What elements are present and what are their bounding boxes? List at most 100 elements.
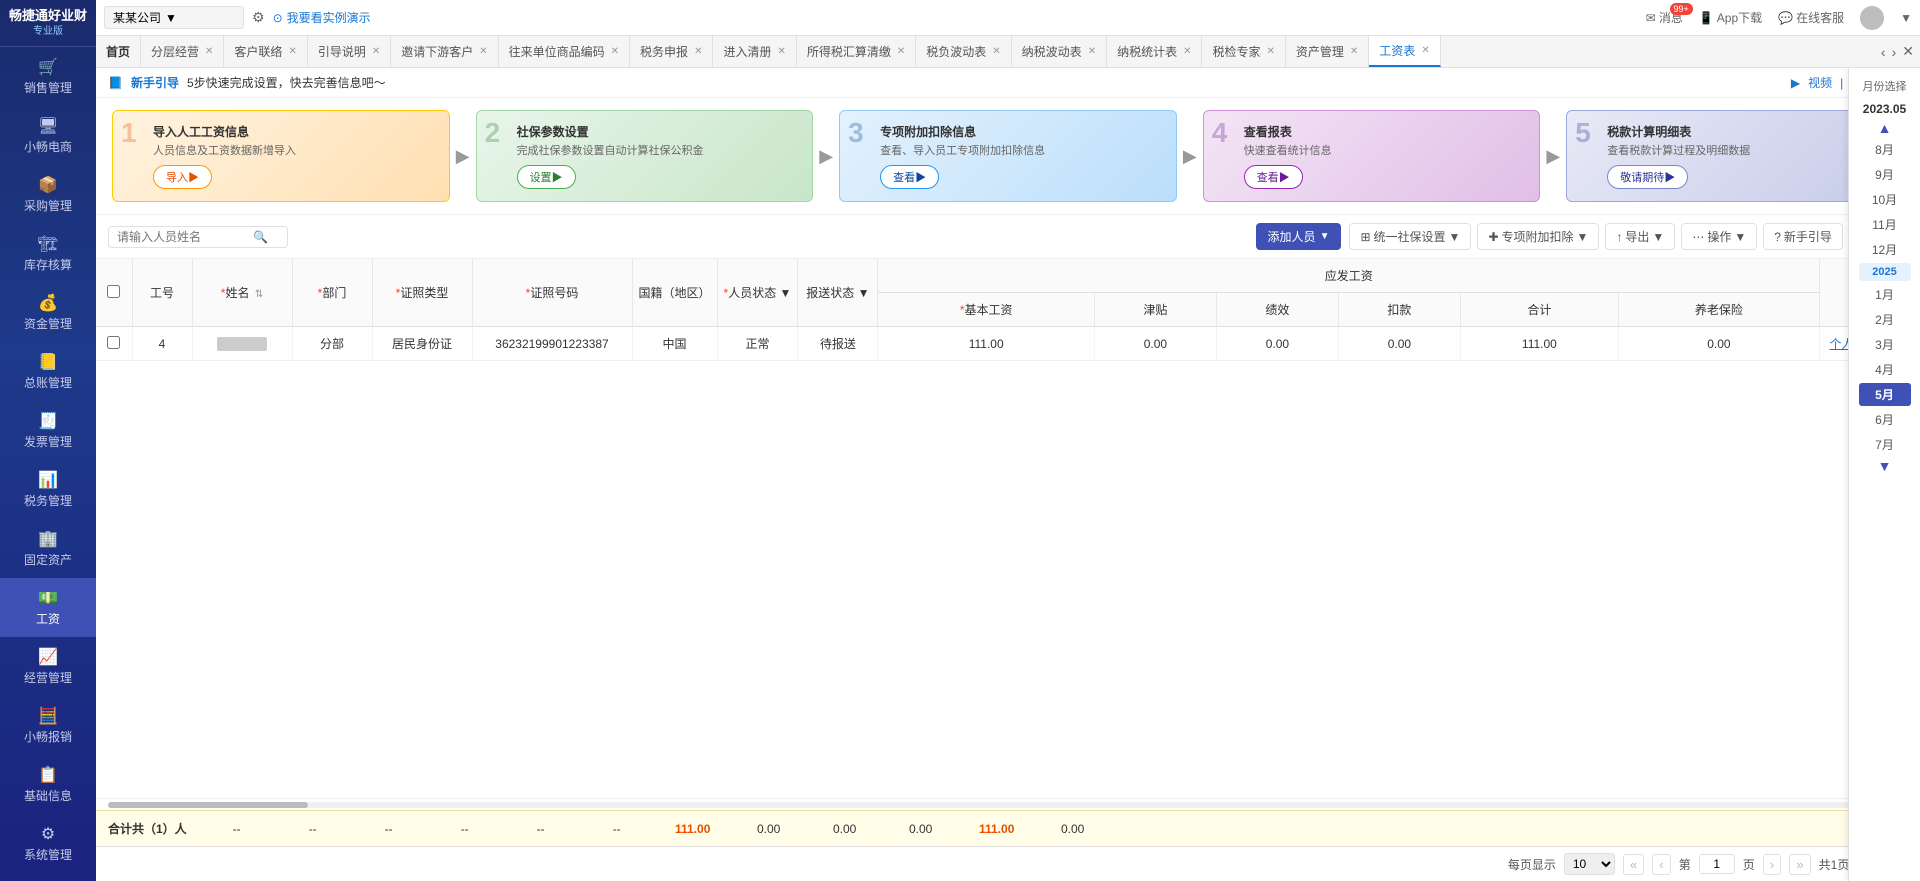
scroll-track[interactable] <box>108 802 1908 808</box>
tab-taxcalc[interactable]: 所得税汇算清缴✕ <box>797 36 916 67</box>
sidebar-items-container: 🛒销售管理🖥小畅电商📦采购管理🏗库存核算💰资金管理📒总账管理🧾发票管理📊税务管理… <box>0 47 96 881</box>
tab-label-taxexp: 税检专家 <box>1212 43 1260 60</box>
tab-close-partition[interactable]: ✕ <box>205 46 213 57</box>
tab-close-taxcalc[interactable]: ✕ <box>897 46 905 57</box>
online-service-btn[interactable]: 💬 在线客服 <box>1778 9 1844 26</box>
step-num-2: 2 <box>485 119 501 147</box>
month-item-active[interactable]: 5月 <box>1859 383 1911 406</box>
month-item-2月[interactable]: 2月 <box>1859 308 1911 331</box>
tab-taxsum[interactable]: 纳税统计表✕ <box>1107 36 1202 67</box>
tab-close-salary_tab[interactable]: ✕ <box>1421 45 1429 56</box>
sort-name-icon[interactable]: ⇅ <box>255 289 263 300</box>
filter-status-icon[interactable]: ▼ <box>780 286 792 300</box>
step-btn-4[interactable]: 查看▶ <box>1244 165 1303 189</box>
tab-close-taxsum[interactable]: ✕ <box>1183 46 1191 57</box>
user-menu-btn[interactable]: ▼ <box>1900 11 1912 25</box>
filter-report-icon[interactable]: ▼ <box>858 286 870 300</box>
tab-scroll-right[interactable]: › <box>1890 42 1899 62</box>
sidebar-item-purchase[interactable]: 📦采购管理 <box>0 165 96 224</box>
sidebar-item-sales2[interactable]: 🧮小畅报销 <box>0 696 96 755</box>
month-item-8月[interactable]: 8月 <box>1859 138 1911 161</box>
settings-gear-icon[interactable]: ⚙ <box>252 9 265 26</box>
tab-close-invite[interactable]: ✕ <box>479 46 487 57</box>
row-select-0[interactable] <box>107 336 120 349</box>
toolbar-btn-newguide[interactable]: ?新手引导 <box>1763 223 1843 250</box>
page-number-input[interactable] <box>1699 854 1735 874</box>
tab-taxstat[interactable]: 纳税波动表✕ <box>1012 36 1107 67</box>
guide-video-label[interactable]: 视频 <box>1808 74 1832 91</box>
toolbar-btn-export[interactable]: ↑导出▼ <box>1605 223 1675 250</box>
tab-scroll-left[interactable]: ‹ <box>1879 42 1888 62</box>
tab-taxexempt[interactable]: 税负波动表✕ <box>916 36 1011 67</box>
message-btn[interactable]: ✉ 消息 99+ <box>1646 9 1683 26</box>
sidebar-item-assets[interactable]: 🏢固定资产 <box>0 519 96 578</box>
tab-partition[interactable]: 分层经营✕ <box>141 36 224 67</box>
sidebar-item-salary[interactable]: 💵工资 <box>0 578 96 637</box>
company-selector[interactable]: 某某公司 ▼ <box>104 6 244 29</box>
tab-close-taxstat[interactable]: ✕ <box>1088 46 1096 57</box>
sidebar-item-business[interactable]: 📈经营管理 <box>0 637 96 696</box>
sidebar-item-inventory[interactable]: 🏗库存核算 <box>0 224 96 283</box>
tab-close-customer[interactable]: ✕ <box>288 46 296 57</box>
tab-intro[interactable]: 引导说明✕ <box>308 36 391 67</box>
step-btn-3[interactable]: 查看▶ <box>880 165 939 189</box>
toolbar-btn-ops[interactable]: ⋯操作▼ <box>1681 223 1757 250</box>
scroll-thumb[interactable] <box>108 802 308 808</box>
tab-close-all[interactable]: ✕ <box>1900 41 1916 62</box>
month-item-1月[interactable]: 1月 <box>1859 283 1911 306</box>
month-item-3月[interactable]: 3月 <box>1859 333 1911 356</box>
step-btn-2[interactable]: 设置▶ <box>517 165 576 189</box>
month-item-11月[interactable]: 11月 <box>1859 213 1911 236</box>
month-item-7月[interactable]: 7月 <box>1859 433 1911 456</box>
month-item-4月[interactable]: 4月 <box>1859 358 1911 381</box>
tab-invite[interactable]: 邀请下游客户✕ <box>391 36 498 67</box>
tab-salary_tab[interactable]: 工资表✕ <box>1369 36 1440 67</box>
tab-home[interactable]: 首页 <box>96 36 141 67</box>
app-download-btn[interactable]: 📱 App下载 <box>1699 9 1762 26</box>
toolbar-btn-extra[interactable]: ✚专项附加扣除▼ <box>1477 223 1599 250</box>
user-avatar[interactable] <box>1860 6 1884 30</box>
tab-close-assetmgr[interactable]: ✕ <box>1350 46 1358 57</box>
page-prev-btn[interactable]: ‹ <box>1652 854 1670 875</box>
sidebar-item-tax[interactable]: 📊税务管理 <box>0 460 96 519</box>
page-last-btn[interactable]: » <box>1789 854 1810 875</box>
sidebar-item-invoice[interactable]: 🧾发票管理 <box>0 401 96 460</box>
month-up-btn[interactable]: ▲ <box>1871 118 1899 138</box>
add-person-btn[interactable]: 添加人员 ▼ <box>1256 223 1342 250</box>
tab-clearance[interactable]: 进入清册✕ <box>713 36 796 67</box>
sidebar-item-basic[interactable]: 📋基础信息 <box>0 755 96 814</box>
page-next-btn[interactable]: › <box>1763 854 1781 875</box>
tab-assetmgr[interactable]: 资产管理✕ <box>1286 36 1369 67</box>
tab-taxexp[interactable]: 税检专家 ✕ <box>1202 36 1285 67</box>
tab-close-goods[interactable]: ✕ <box>611 46 619 57</box>
tab-close-clearance[interactable]: ✕ <box>777 46 785 57</box>
sidebar-item-corp[interactable]: 🤝企业协同 <box>0 873 96 881</box>
month-item-12月[interactable]: 12月 <box>1859 238 1911 261</box>
step-btn-5[interactable]: 敬请期待▶ <box>1607 165 1688 189</box>
page-first-btn[interactable]: « <box>1623 854 1644 875</box>
select-all-checkbox[interactable] <box>107 285 120 298</box>
month-item-10月[interactable]: 10月 <box>1859 188 1911 211</box>
tab-close-intro[interactable]: ✕ <box>372 46 380 57</box>
page-size-select[interactable]: 102050100 <box>1564 853 1615 875</box>
search-input[interactable] <box>117 230 247 244</box>
sidebar-item-system[interactable]: ⚙系统管理 <box>0 814 96 873</box>
tab-close-taxexempt[interactable]: ✕ <box>992 46 1000 57</box>
sidebar-item-ecom[interactable]: 🖥小畅电商 <box>0 106 96 165</box>
step-btn-1[interactable]: 导入▶ <box>153 165 212 189</box>
sidebar-item-finance[interactable]: 💰资金管理 <box>0 283 96 342</box>
logo-main: 畅捷通好业财 <box>6 8 90 25</box>
sidebar-item-sales[interactable]: 🛒销售管理 <box>0 47 96 106</box>
tab-customer[interactable]: 客户联络✕ <box>224 36 307 67</box>
tab-goods[interactable]: 往来单位商品编码✕ <box>499 36 630 67</box>
tab-taxdecl[interactable]: 税务申报✕ <box>630 36 713 67</box>
sidebar-item-ledger[interactable]: 📒总账管理 <box>0 342 96 401</box>
toolbar-btn-uniform[interactable]: ⊞统一社保设置▼ <box>1349 223 1471 250</box>
search-icon[interactable]: 🔍 <box>253 230 268 244</box>
month-item-6月[interactable]: 6月 <box>1859 408 1911 431</box>
month-item-9月[interactable]: 9月 <box>1859 163 1911 186</box>
month-down-btn[interactable]: ▼ <box>1871 456 1899 476</box>
tab-close-taxexp[interactable]: ✕ <box>1267 46 1275 57</box>
tab-close-taxdecl[interactable]: ✕ <box>694 46 702 57</box>
demo-link[interactable]: ⊙ 我要看实例演示 <box>273 9 371 26</box>
